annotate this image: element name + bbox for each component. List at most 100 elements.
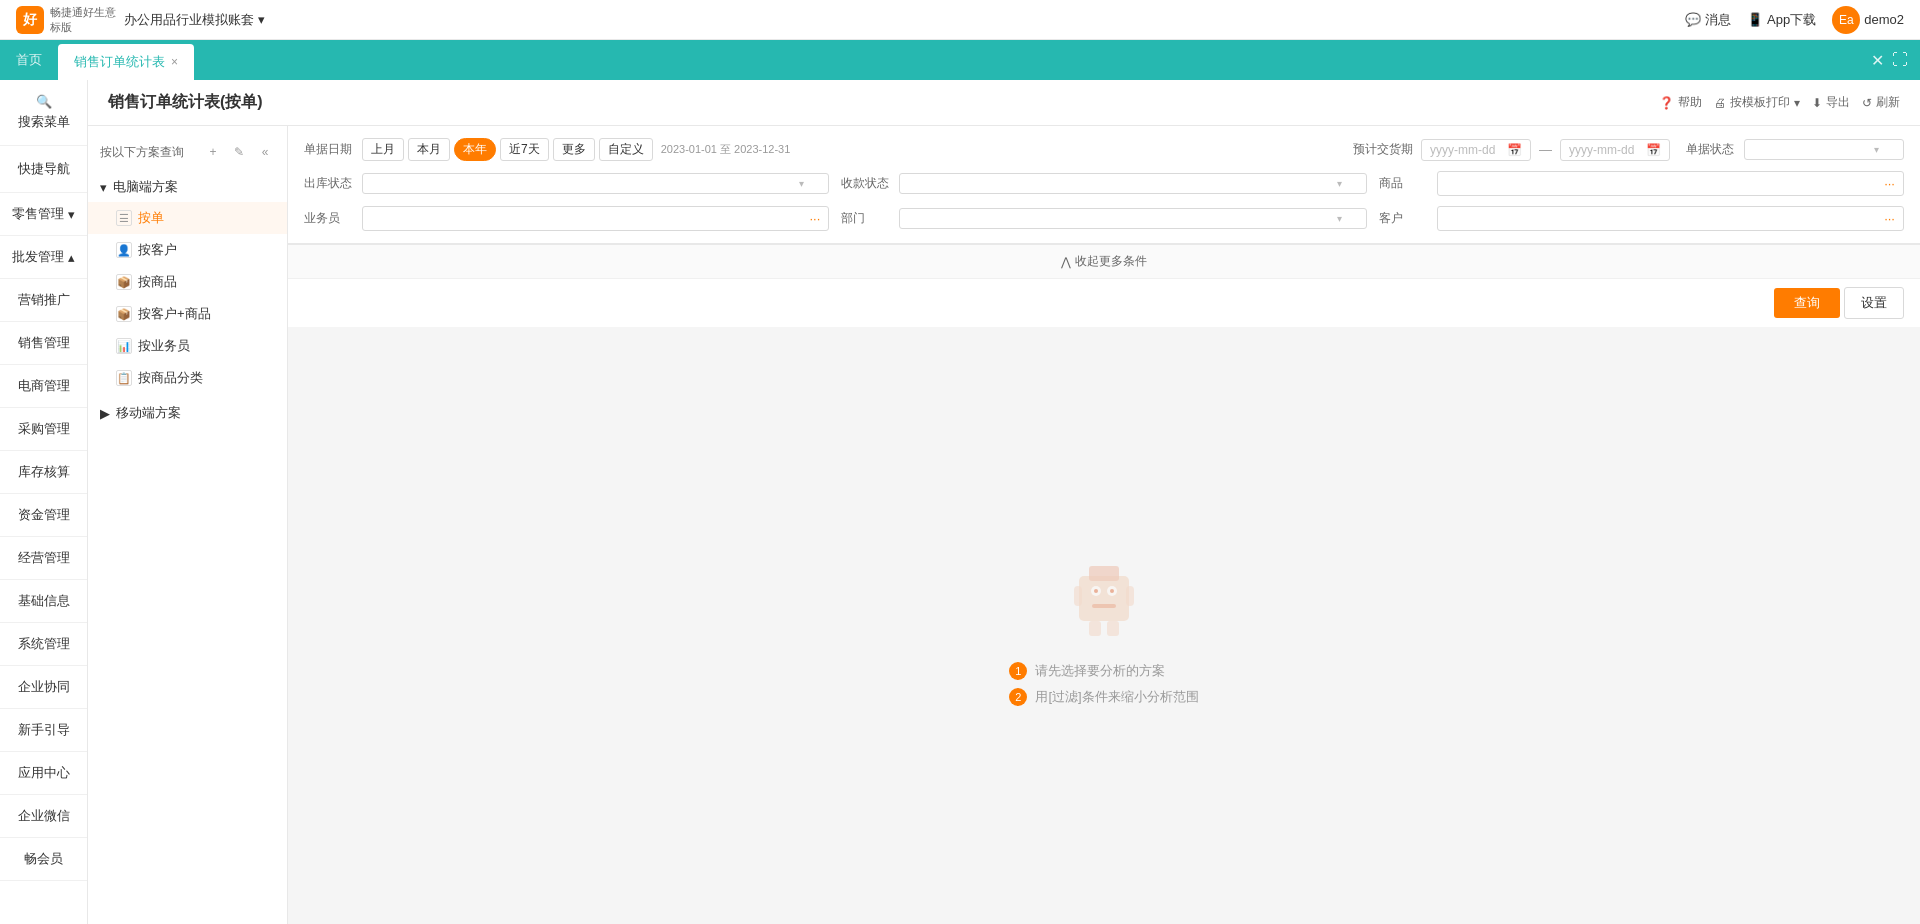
collapse-icon: ⋀ <box>1061 255 1071 269</box>
sidebar-section-quicknav: 快捷导航 <box>0 146 87 193</box>
sidebar-item-member[interactable]: 畅会员 <box>0 838 87 880</box>
department-select[interactable]: ▾ <box>899 208 1366 229</box>
page-actions: ❓ 帮助 🖨 按模板打印 ▾ ⬇ 导出 ↺ 刷新 <box>1659 94 1900 111</box>
expected-date-group: 预计交货期 yyyy-mm-dd 📅 — yyyy-mm-dd 📅 <box>1353 139 1670 161</box>
product-input[interactable]: ··· <box>1437 171 1904 196</box>
chevron-down-icon: ▾ <box>1337 178 1342 189</box>
sidebar-item-sales[interactable]: 销售管理 <box>0 322 87 364</box>
scheme-panel: 按以下方案查询 + ✎ « ▾ 电脑端方案 ☰ 按单 <box>88 126 288 924</box>
app-download-btn[interactable]: 📱 App下载 <box>1747 11 1816 29</box>
salesperson-group: 业务员 ··· <box>304 206 829 231</box>
tab-sales-order-stats[interactable]: 销售订单统计表 × <box>58 44 194 80</box>
scheme-group-mobile-header[interactable]: ▶ 移动端方案 <box>88 398 287 428</box>
scheme-group-pc-header[interactable]: ▾ 电脑端方案 <box>88 172 287 202</box>
customer-product-scheme-icon: 📦 <box>116 306 132 322</box>
tab-close-window-btn[interactable]: ✕ <box>1871 51 1884 70</box>
export-btn[interactable]: ⬇ 导出 <box>1812 94 1850 111</box>
empty-illustration <box>1054 546 1154 646</box>
empty-tip-2: 2 用[过滤]条件来缩小分析范围 <box>1009 688 1198 706</box>
date-btn-this-month[interactable]: 本月 <box>408 138 450 161</box>
print-btn[interactable]: 🖨 按模板打印 ▾ <box>1714 94 1800 111</box>
help-icon: ❓ <box>1659 96 1674 110</box>
add-scheme-btn[interactable]: + <box>203 142 223 162</box>
search-icon: 🔍 <box>36 94 52 109</box>
help-btn[interactable]: ❓ 帮助 <box>1659 94 1702 111</box>
chevron-right-icon: ▶ <box>100 406 110 421</box>
sidebar-item-appcenter[interactable]: 应用中心 <box>0 752 87 794</box>
svg-rect-9 <box>1089 621 1101 636</box>
sidebar-section-corpwechat: 企业微信 <box>0 795 87 838</box>
sidebar-item-purchase[interactable]: 采购管理 <box>0 408 87 450</box>
collapse-bar[interactable]: ⋀ 收起更多条件 <box>288 244 1920 278</box>
sidebar-item-retail[interactable]: 零售管理 ▾ <box>0 193 87 235</box>
top-bar-left: 好 畅捷通好生意 标版 办公用品行业模拟账套 ▾ <box>16 5 265 34</box>
sidebar-item-finance[interactable]: 资金管理 <box>0 494 87 536</box>
tab-home[interactable]: 首页 <box>0 40 58 80</box>
sidebar-item-inventory[interactable]: 库存核算 <box>0 451 87 493</box>
sidebar-item-newguide[interactable]: 新手引导 <box>0 709 87 751</box>
refresh-btn[interactable]: ↺ 刷新 <box>1862 94 1900 111</box>
delivery-status-select[interactable]: ▾ <box>362 173 829 194</box>
sidebar-item-ecommerce[interactable]: 电商管理 <box>0 365 87 407</box>
query-button[interactable]: 查询 <box>1774 288 1840 318</box>
logo-area: 好 畅捷通好生意 标版 <box>16 5 116 34</box>
company-dropdown[interactable]: 办公用品行业模拟账套 ▾ <box>124 11 265 29</box>
date-btn-custom[interactable]: 自定义 <box>599 138 653 161</box>
tab-close-btn[interactable]: × <box>171 55 178 69</box>
date-btn-this-year[interactable]: 本年 <box>454 138 496 161</box>
sidebar-item-marketing[interactable]: 营销推广 <box>0 279 87 321</box>
settings-button[interactable]: 设置 <box>1844 287 1904 319</box>
salesperson-input[interactable]: ··· <box>362 206 829 231</box>
scheme-item-by-customer[interactable]: 👤 按客户 <box>88 234 287 266</box>
more-icon: ··· <box>1884 211 1895 226</box>
scheme-item-by-product[interactable]: 📦 按商品 <box>88 266 287 298</box>
scheme-item-by-category[interactable]: 📋 按商品分类 <box>88 362 287 394</box>
sidebar-section-ecommerce: 电商管理 <box>0 365 87 408</box>
empty-state: 1 请先选择要分析的方案 2 用[过滤]条件来缩小分析范围 <box>1009 546 1198 706</box>
sidebar-section-inventory: 库存核算 <box>0 451 87 494</box>
svg-point-4 <box>1094 589 1098 593</box>
sidebar-item-corpwechat[interactable]: 企业微信 <box>0 795 87 837</box>
sidebar-item-operations[interactable]: 经营管理 <box>0 537 87 579</box>
sidebar-section-sales: 销售管理 <box>0 322 87 365</box>
sidebar-item-system[interactable]: 系统管理 <box>0 623 87 665</box>
content-area: 销售订单统计表(按单) ❓ 帮助 🖨 按模板打印 ▾ ⬇ 导出 ↺ 刷新 <box>88 80 1920 924</box>
tab-maximize-btn[interactable]: ⛶ <box>1892 51 1908 69</box>
date-btn-last-7days[interactable]: 近7天 <box>500 138 549 161</box>
date-btn-last-month[interactable]: 上月 <box>362 138 404 161</box>
action-bar: 查询 设置 <box>288 278 1920 327</box>
scheme-group-pc: ▾ 电脑端方案 ☰ 按单 👤 按客户 📦 按商品 <box>88 172 287 394</box>
avatar: Ea <box>1832 6 1860 34</box>
empty-tip-1: 1 请先选择要分析的方案 <box>1009 662 1198 680</box>
scheme-item-by-order[interactable]: ☰ 按单 <box>88 202 287 234</box>
logo-icon: 好 <box>16 6 44 34</box>
customer-input[interactable]: ··· <box>1437 206 1904 231</box>
scheme-item-by-salesperson[interactable]: 📊 按业务员 <box>88 330 287 362</box>
sidebar-item-search[interactable]: 🔍 搜索菜单 <box>0 80 87 145</box>
scheme-item-by-customer-product[interactable]: 📦 按客户+商品 <box>88 298 287 330</box>
sidebar: 🔍 搜索菜单 快捷导航 零售管理 ▾ 批发管理 ▴ 营销推广 <box>0 80 88 924</box>
svg-rect-8 <box>1126 586 1134 606</box>
refresh-icon: ↺ <box>1862 96 1872 110</box>
sidebar-item-quicknav[interactable]: 快捷导航 <box>0 146 87 192</box>
order-status-select[interactable]: ▾ <box>1744 139 1904 160</box>
chevron-down-icon: ▾ <box>68 207 75 222</box>
sidebar-item-enterprise[interactable]: 企业协同 <box>0 666 87 708</box>
message-icon: 💬 <box>1685 12 1701 27</box>
sidebar-item-wholesale[interactable]: 批发管理 ▴ <box>0 236 87 278</box>
sidebar-section-wholesale: 批发管理 ▴ <box>0 236 87 279</box>
user-menu[interactable]: Ea demo2 <box>1832 6 1904 34</box>
salesperson-scheme-icon: 📊 <box>116 338 132 354</box>
collapse-scheme-btn[interactable]: « <box>255 142 275 162</box>
expected-date-from[interactable]: yyyy-mm-dd 📅 <box>1421 139 1531 161</box>
message-btn[interactable]: 💬 消息 <box>1685 11 1731 29</box>
expected-date-to[interactable]: yyyy-mm-dd 📅 <box>1560 139 1670 161</box>
filter-data-panel: 单据日期 上月 本月 本年 近7天 更多 自定义 2023-01-01 至 20… <box>288 126 1920 924</box>
scheme-panel-header: 按以下方案查询 + ✎ « <box>88 136 287 168</box>
date-btn-more[interactable]: 更多 <box>553 138 595 161</box>
scheme-panel-icons: + ✎ « <box>203 142 275 162</box>
top-bar-right: 💬 消息 📱 App下载 Ea demo2 <box>1685 6 1904 34</box>
edit-scheme-btn[interactable]: ✎ <box>229 142 249 162</box>
sidebar-item-basics[interactable]: 基础信息 <box>0 580 87 622</box>
payment-status-select[interactable]: ▾ <box>899 173 1366 194</box>
